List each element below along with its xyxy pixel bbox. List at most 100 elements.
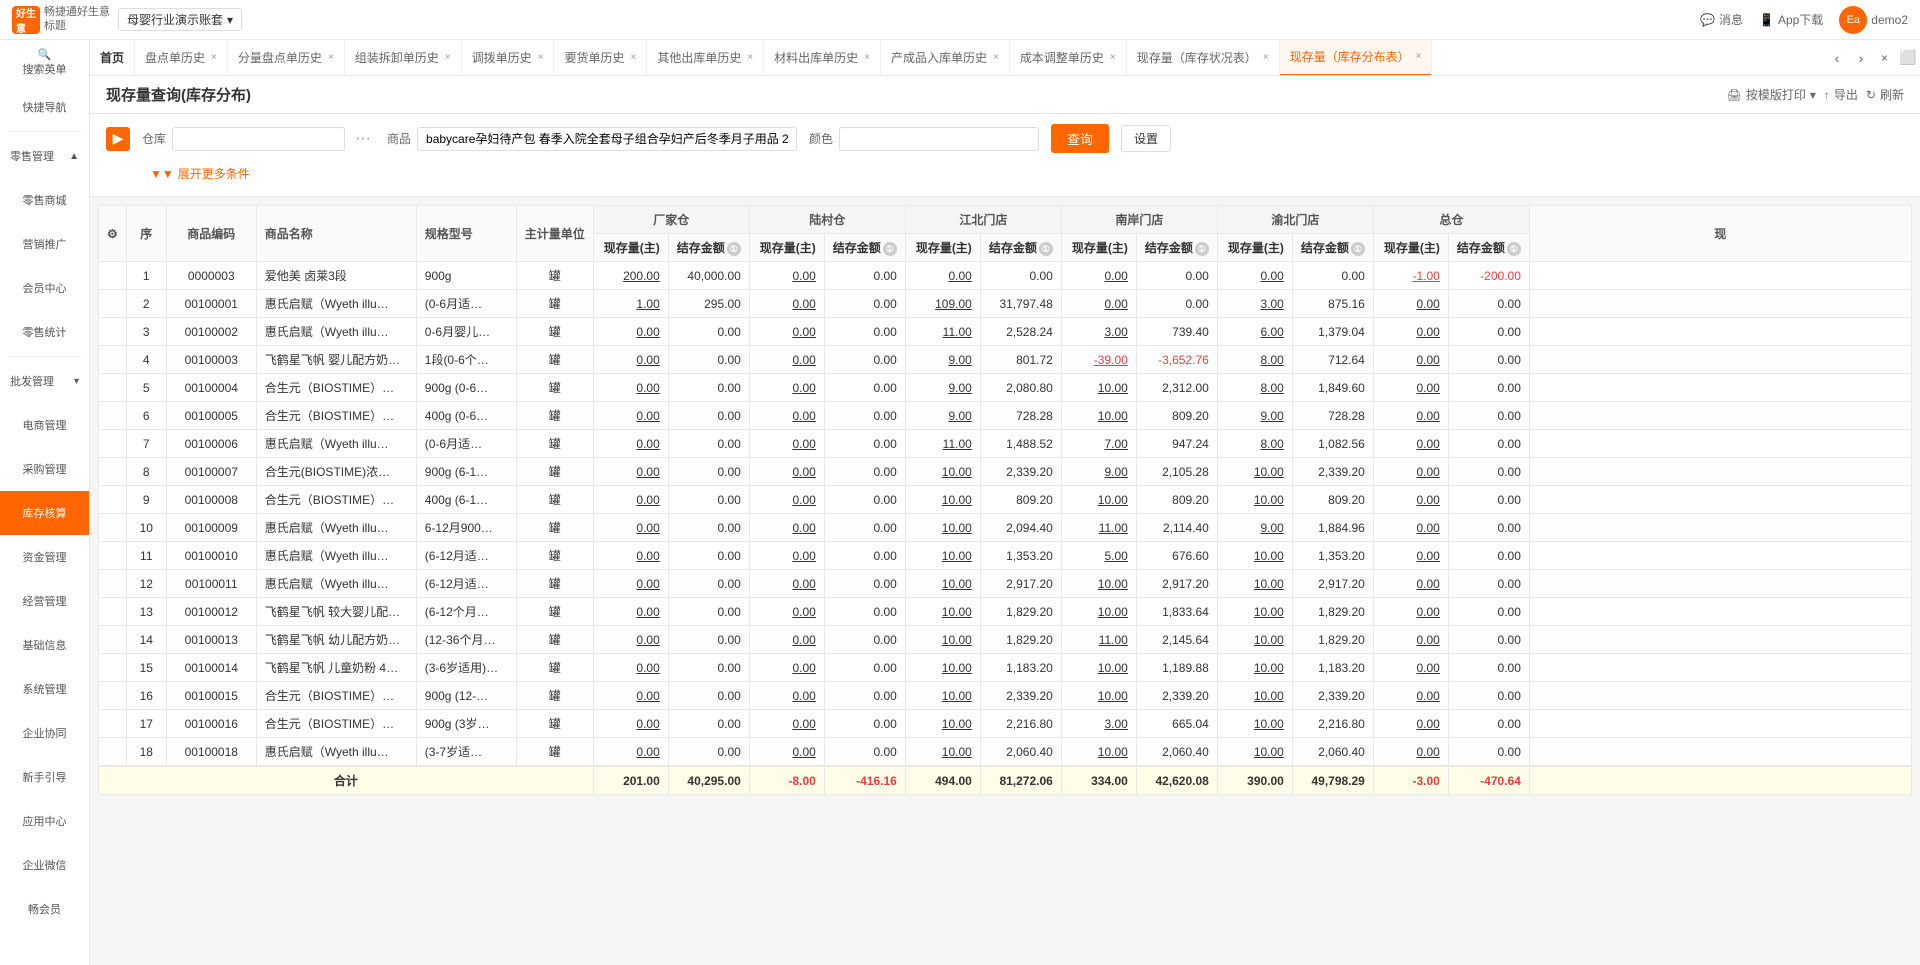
cell-c3-qty[interactable]: 10.00 <box>905 514 980 542</box>
tab-stock-table-close[interactable]: × <box>1263 52 1269 63</box>
sidebar-item-ecommerce[interactable]: 电商管理 <box>0 403 89 447</box>
sidebar-shortcut[interactable]: 快捷导航 <box>0 85 89 129</box>
tab-transfer[interactable]: 调拨单历史 × <box>462 40 555 76</box>
app-download-btn[interactable]: 📱 App下载 <box>1759 11 1823 28</box>
cell-c5-qty[interactable]: 9.00 <box>1217 402 1292 430</box>
sidebar-item-member[interactable]: 会员中心 <box>0 266 89 310</box>
cell-c5-qty[interactable]: 0.00 <box>1217 262 1292 290</box>
cell-c4-qty[interactable]: 7.00 <box>1061 430 1136 458</box>
cell-c3-qty[interactable]: 9.00 <box>905 374 980 402</box>
cell-c2-qty[interactable]: 0.00 <box>749 654 824 682</box>
sidebar-item-stock-check[interactable]: 库存核算 <box>0 491 89 535</box>
info-icon4[interactable]: ① <box>1195 242 1209 256</box>
cell-c1-qty[interactable]: 1.00 <box>593 290 668 318</box>
sidebar-item-basic-info[interactable]: 基础信息 <box>0 623 89 667</box>
cell-c1-qty[interactable]: 0.00 <box>593 738 668 767</box>
tab-stock-count[interactable]: 盘点单历史 × <box>135 40 228 76</box>
cell-c5-qty[interactable]: 10.00 <box>1217 738 1292 767</box>
sidebar-item-operation[interactable]: 经营管理 <box>0 579 89 623</box>
cell-c5-qty[interactable]: 10.00 <box>1217 710 1292 738</box>
warehouse-input[interactable] <box>172 127 345 151</box>
cell-c5-qty[interactable]: 10.00 <box>1217 458 1292 486</box>
cell-total-qty[interactable]: 0.00 <box>1373 626 1448 654</box>
cell-total-qty[interactable]: 0.00 <box>1373 654 1448 682</box>
cell-c4-qty[interactable]: 3.00 <box>1061 710 1136 738</box>
cell-c4-qty[interactable]: 0.00 <box>1061 262 1136 290</box>
user-avatar-btn[interactable]: Ea demo2 <box>1839 6 1908 34</box>
cell-c1-qty[interactable]: 0.00 <box>593 570 668 598</box>
message-btn[interactable]: 💬 消息 <box>1700 11 1743 28</box>
cell-c5-qty[interactable]: 8.00 <box>1217 430 1292 458</box>
tab-material-close[interactable]: × <box>864 52 870 63</box>
cell-c1-qty[interactable]: 0.00 <box>593 318 668 346</box>
cell-c1-qty[interactable]: 0.00 <box>593 654 668 682</box>
cell-c2-qty[interactable]: 0.00 <box>749 682 824 710</box>
cell-c1-qty[interactable]: 0.00 <box>593 458 668 486</box>
sidebar-item-system[interactable]: 系统管理 <box>0 667 89 711</box>
cell-c1-qty[interactable]: 0.00 <box>593 682 668 710</box>
info-icon2[interactable]: ① <box>883 242 897 256</box>
expand-conditions-btn[interactable]: ▼▼ 展开更多条件 <box>142 161 258 186</box>
tab-order-close[interactable]: × <box>630 52 636 63</box>
cell-total-qty[interactable]: -1.00 <box>1373 262 1448 290</box>
cell-c5-qty[interactable]: 3.00 <box>1217 290 1292 318</box>
cell-c4-qty[interactable]: 10.00 <box>1061 486 1136 514</box>
cell-c2-qty[interactable]: 0.00 <box>749 374 824 402</box>
tab-kit-close[interactable]: × <box>445 52 451 63</box>
cell-c1-qty[interactable]: 0.00 <box>593 402 668 430</box>
cell-c5-qty[interactable]: 8.00 <box>1217 374 1292 402</box>
cell-total-qty[interactable]: 0.00 <box>1373 374 1448 402</box>
cell-c1-qty[interactable]: 0.00 <box>593 430 668 458</box>
cell-total-qty[interactable]: 0.00 <box>1373 318 1448 346</box>
sidebar-item-enterprise-collab[interactable]: 企业协同 <box>0 711 89 755</box>
cell-c3-qty[interactable]: 10.00 <box>905 710 980 738</box>
tab-close-all-btn[interactable]: × <box>1873 51 1896 65</box>
sidebar-item-new-guide[interactable]: 新手引导 <box>0 755 89 799</box>
cell-c1-qty[interactable]: 0.00 <box>593 598 668 626</box>
cell-c5-qty[interactable]: 10.00 <box>1217 598 1292 626</box>
color-input[interactable] <box>839 127 1039 151</box>
cell-c5-qty[interactable]: 10.00 <box>1217 542 1292 570</box>
warehouse-dots-btn[interactable]: ··· <box>351 130 375 148</box>
cell-c2-qty[interactable]: 0.00 <box>749 542 824 570</box>
cell-c2-qty[interactable]: 0.00 <box>749 402 824 430</box>
cell-total-qty[interactable]: 0.00 <box>1373 598 1448 626</box>
cell-c1-qty[interactable]: 0.00 <box>593 710 668 738</box>
cell-c2-qty[interactable]: 0.00 <box>749 458 824 486</box>
cell-c5-qty[interactable]: 10.00 <box>1217 570 1292 598</box>
sidebar-item-smart-member[interactable]: 畅会员 <box>0 887 89 931</box>
cell-total-qty[interactable]: 0.00 <box>1373 514 1448 542</box>
info-icon3[interactable]: ① <box>1039 242 1053 256</box>
cell-c3-qty[interactable]: 0.00 <box>905 262 980 290</box>
cell-c1-qty[interactable]: 0.00 <box>593 514 668 542</box>
cell-c4-qty[interactable]: 10.00 <box>1061 598 1136 626</box>
cell-c2-qty[interactable]: 0.00 <box>749 430 824 458</box>
cell-c3-qty[interactable]: 10.00 <box>905 598 980 626</box>
cell-c4-qty[interactable]: 0.00 <box>1061 290 1136 318</box>
cell-c4-qty[interactable]: 5.00 <box>1061 542 1136 570</box>
tab-next-btn[interactable]: › <box>1849 40 1873 76</box>
cell-c3-qty[interactable]: 11.00 <box>905 430 980 458</box>
search-btn[interactable]: 查询 <box>1051 124 1109 153</box>
export-btn[interactable]: ↑ 导出 <box>1824 86 1858 103</box>
tab-stock-dist-close[interactable]: × <box>1416 51 1422 62</box>
cell-total-qty[interactable]: 0.00 <box>1373 290 1448 318</box>
cell-total-qty[interactable]: 0.00 <box>1373 738 1448 767</box>
cell-c1-qty[interactable]: 0.00 <box>593 346 668 374</box>
sidebar-item-wholesale[interactable]: 批发管理 ▾ <box>0 359 89 403</box>
cell-c5-qty[interactable]: 10.00 <box>1217 626 1292 654</box>
cell-c1-qty[interactable]: 0.00 <box>593 486 668 514</box>
cell-c4-qty[interactable]: 10.00 <box>1061 654 1136 682</box>
sidebar-item-finance[interactable]: 资金管理 <box>0 535 89 579</box>
refresh-btn[interactable]: ↻ 刷新 <box>1866 86 1904 103</box>
tab-transfer-close[interactable]: × <box>538 52 544 63</box>
cell-c1-qty[interactable]: 200.00 <box>593 262 668 290</box>
cell-c3-qty[interactable]: 10.00 <box>905 570 980 598</box>
cell-total-qty[interactable]: 0.00 <box>1373 542 1448 570</box>
tab-branch-stock-close[interactable]: × <box>328 52 334 63</box>
store-selector[interactable]: 母婴行业演示账套 ▾ <box>118 8 242 31</box>
cell-c1-qty[interactable]: 0.00 <box>593 626 668 654</box>
cell-c3-qty[interactable]: 10.00 <box>905 738 980 767</box>
cell-c1-qty[interactable]: 0.00 <box>593 542 668 570</box>
tab-prev-btn[interactable]: ‹ <box>1825 40 1849 76</box>
